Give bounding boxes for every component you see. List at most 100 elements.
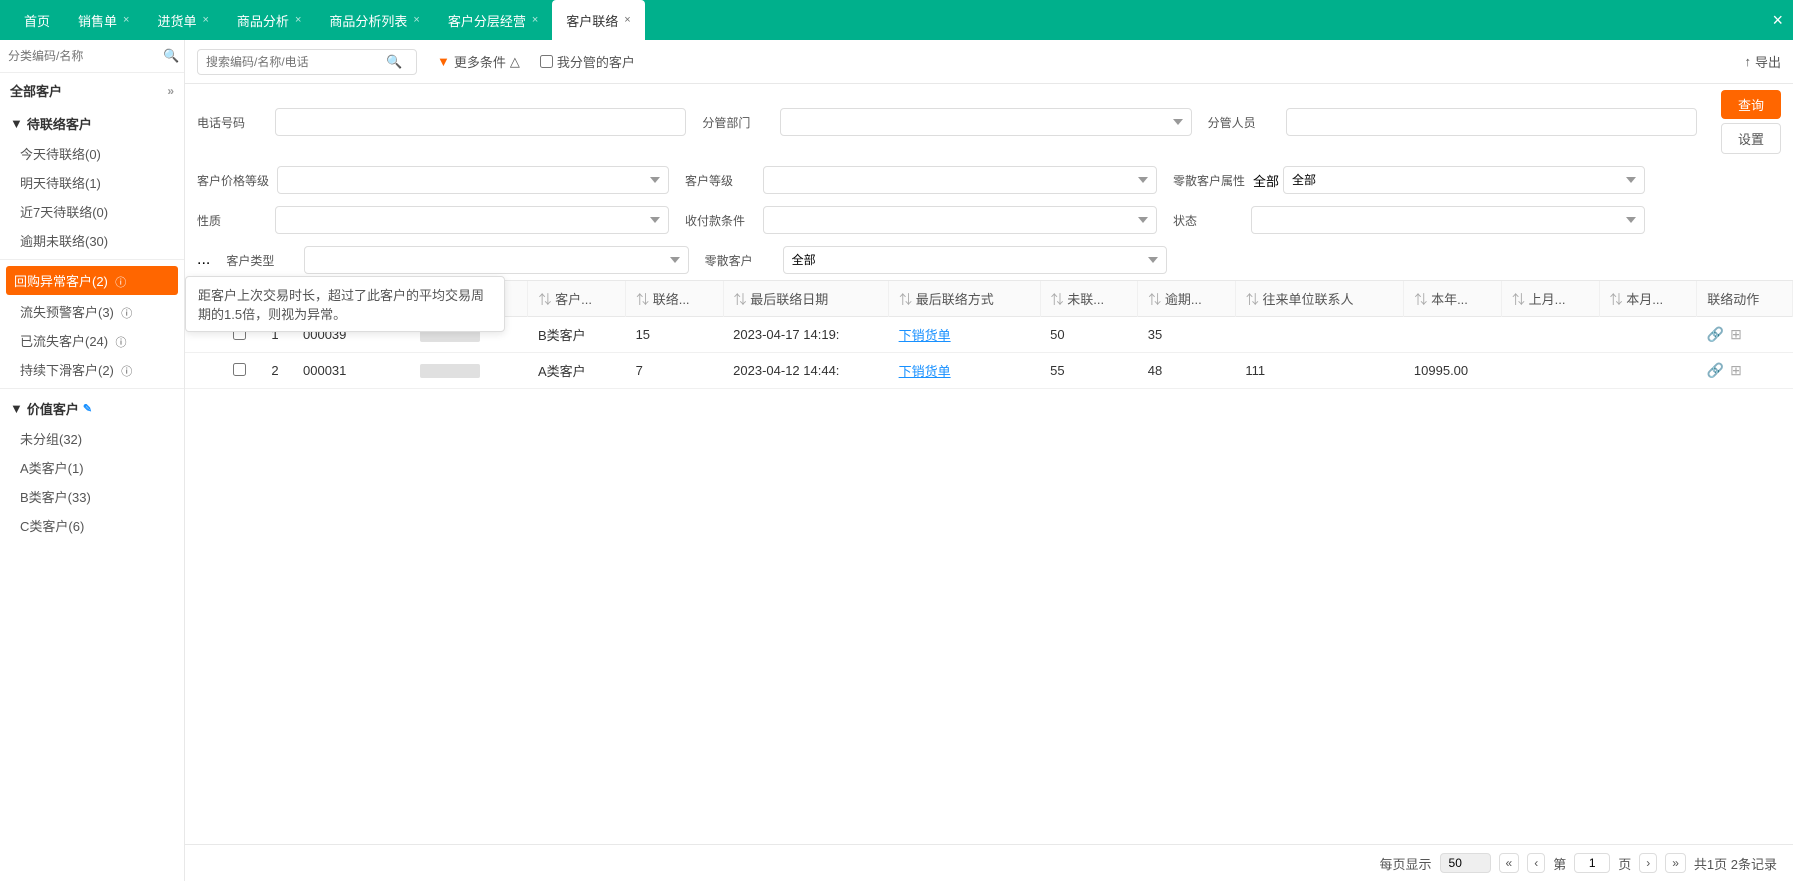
sort-icon-9: ⇅ xyxy=(1246,292,1259,307)
row1-action-icons: 🔗 ⊞ xyxy=(1707,326,1783,343)
row2-company-contacts: 111 xyxy=(1235,353,1404,389)
row1-link-icon[interactable]: 🔗 xyxy=(1707,326,1724,343)
more-options-ellipsis[interactable]: ... xyxy=(197,251,210,269)
top-navigation: 首页 销售单 × 进货单 × 商品分析 × 商品分析列表 × 客户分层经营 × … xyxy=(0,0,1793,40)
status-field: 状态 xyxy=(1173,206,1645,234)
row2-name xyxy=(410,353,527,389)
branch-dept-select[interactable] xyxy=(780,108,1191,136)
filter-row-1: 电话号码 分管部门 分管人员 查询 设置 xyxy=(185,84,1793,160)
branch-person-field: 分管人员 xyxy=(1208,108,1697,136)
col-this-year: ⇅ 本年... xyxy=(1404,281,1502,317)
col-company-contacts: ⇅ 往来单位联系人 xyxy=(1235,281,1404,317)
close-product-list-tab[interactable]: × xyxy=(413,14,419,26)
row2-method-link[interactable]: 下销货单 xyxy=(899,364,951,379)
filter-top-bar: 🔍 ▼ 更多条件 △ 我分管的客户 ↑ 导出 xyxy=(185,40,1793,84)
sidebar-collapse-icon[interactable]: » xyxy=(167,84,174,98)
retail-attr-field: 零散客户属性 全部 全部 xyxy=(1173,166,1645,194)
row2-link-icon[interactable]: 🔗 xyxy=(1707,362,1724,379)
sidebar-item-overdue[interactable]: 逾期未联络(30) xyxy=(0,226,184,255)
prev-page-btn[interactable]: ‹ xyxy=(1527,853,1545,873)
col-unread: ⇅ 未联... xyxy=(1040,281,1138,317)
retail-customer-label: 零散客户 xyxy=(705,252,775,269)
next-page-btn[interactable]: › xyxy=(1639,853,1657,873)
more-filter-button[interactable]: ▼ 更多条件 △ xyxy=(429,48,528,75)
sidebar-item-already-lost[interactable]: 已流失客户(24) ⓘ xyxy=(0,326,184,355)
price-level-select[interactable] xyxy=(277,166,669,194)
row2-checkbox[interactable] xyxy=(233,363,246,376)
gender-label: 性质 xyxy=(197,212,267,229)
col-last-month: ⇅ 上月... xyxy=(1502,281,1600,317)
query-button[interactable]: 查询 xyxy=(1721,90,1781,119)
close-product-analysis-tab[interactable]: × xyxy=(295,14,301,26)
my-customers-checkbox-label[interactable]: 我分管的客户 xyxy=(540,52,635,71)
customer-level-select[interactable] xyxy=(763,166,1157,194)
sidebar-item-7days[interactable]: 近7天待联络(0) xyxy=(0,197,184,226)
search-input[interactable] xyxy=(206,55,386,69)
my-customers-checkbox[interactable] xyxy=(540,55,553,68)
page-input[interactable] xyxy=(1574,853,1610,873)
sidebar-item-a-class[interactable]: A类客户(1) xyxy=(0,453,184,482)
sort-icon-8: ⇅ xyxy=(1148,292,1161,307)
sidebar-item-today[interactable]: 今天待联络(0) xyxy=(0,139,184,168)
status-select[interactable] xyxy=(1251,206,1645,234)
nav-purchase[interactable]: 进货单 × xyxy=(143,0,222,40)
reset-button[interactable]: 设置 xyxy=(1721,123,1781,154)
close-contact-tab[interactable]: × xyxy=(624,14,630,26)
phone-input[interactable] xyxy=(275,108,686,136)
edit-icon[interactable]: ✎ xyxy=(83,402,92,415)
sidebar-item-lost-warning[interactable]: 流失预警客户(3) ⓘ xyxy=(0,297,184,326)
sidebar-item-tomorrow[interactable]: 明天待联络(1) xyxy=(0,168,184,197)
customer-type-select[interactable] xyxy=(304,246,688,274)
nav-customer-segmentation[interactable]: 客户分层经营 × xyxy=(434,0,552,40)
export-button[interactable]: ↑ 导出 xyxy=(1744,52,1781,71)
sidebar-item-continuous-down[interactable]: 持续下滑客户(2) ⓘ xyxy=(0,355,184,384)
first-page-btn[interactable]: « xyxy=(1499,853,1520,873)
branch-person-input[interactable] xyxy=(1286,108,1697,136)
retail-attr-value: 全部 xyxy=(1253,171,1279,190)
retail-attr-select[interactable]: 全部 xyxy=(1283,166,1645,194)
close-purchase-tab[interactable]: × xyxy=(202,14,208,26)
row1-contact-count: 15 xyxy=(626,317,724,353)
sort-icon-7: ⇅ xyxy=(1051,292,1064,307)
last-page-btn[interactable]: » xyxy=(1665,853,1686,873)
close-all-tabs[interactable]: × xyxy=(1772,10,1783,31)
waiting-contact-arrow: ▼ xyxy=(10,116,23,131)
nav-customer-contact[interactable]: 客户联络 × xyxy=(552,0,644,40)
nav-product-analysis[interactable]: 商品分析 × xyxy=(223,0,315,40)
payment-label: 收付款条件 xyxy=(685,212,755,229)
row2-settings xyxy=(185,353,221,389)
value-customers-group[interactable]: ▼ 价值客户 ✎ xyxy=(0,393,184,424)
close-segmentation-tab[interactable]: × xyxy=(532,14,538,26)
retail-customer-select[interactable]: 全部 xyxy=(783,246,1167,274)
row2-check xyxy=(221,353,257,389)
page-size-select[interactable]: 50 100 xyxy=(1440,853,1491,873)
sort-icon-11: ⇅ xyxy=(1512,292,1525,307)
payment-select[interactable] xyxy=(763,206,1157,234)
tooltip-box: 距客户上次交易时长，超过了此客户的平均交易周期的1.5倍，则视为异常。 xyxy=(185,276,505,332)
search-icon[interactable]: 🔍 xyxy=(386,54,402,70)
row2-this-year: 10995.00 xyxy=(1404,353,1502,389)
sort-icon-12: ⇅ xyxy=(1610,292,1623,307)
row2-grid-icon[interactable]: ⊞ xyxy=(1730,362,1742,379)
sidebar-search-icon[interactable]: 🔍 xyxy=(163,48,179,64)
sidebar-item-repurchase-abnormal[interactable]: 回购异常客户(2) ⓘ xyxy=(6,266,178,295)
info-icon-2: ⓘ xyxy=(121,308,132,320)
col-last-contact-date: ⇅ 最后联络日期 xyxy=(723,281,888,317)
filter-row-4: ... 客户类型 零散客户 全部 距客户上次交易时长，超过了此客户的平均交易周期… xyxy=(185,240,1793,280)
gender-select[interactable] xyxy=(275,206,669,234)
sort-icon-3: ⇅ xyxy=(538,292,551,307)
sidebar-item-c-class[interactable]: C类客户(6) xyxy=(0,511,184,540)
price-level-field: 客户价格等级 xyxy=(197,166,669,194)
sidebar-item-ungrouped[interactable]: 未分组(32) xyxy=(0,424,184,453)
sidebar-item-b-class[interactable]: B类客户(33) xyxy=(0,482,184,511)
nav-product-analysis-list[interactable]: 商品分析列表 × xyxy=(315,0,433,40)
sidebar-search-input[interactable] xyxy=(8,49,163,63)
row1-grid-icon[interactable]: ⊞ xyxy=(1730,326,1742,343)
all-customers-header[interactable]: 全部客户 » xyxy=(0,73,184,108)
row1-method-link[interactable]: 下销货单 xyxy=(899,328,951,343)
waiting-contact-group[interactable]: ▼ 待联络客户 xyxy=(0,108,184,139)
tooltip-text: 距客户上次交易时长，超过了此客户的平均交易周期的1.5倍，则视为异常。 xyxy=(198,288,484,322)
nav-home[interactable]: 首页 xyxy=(10,0,64,40)
close-sales-tab[interactable]: × xyxy=(123,14,129,26)
nav-sales[interactable]: 销售单 × xyxy=(64,0,143,40)
